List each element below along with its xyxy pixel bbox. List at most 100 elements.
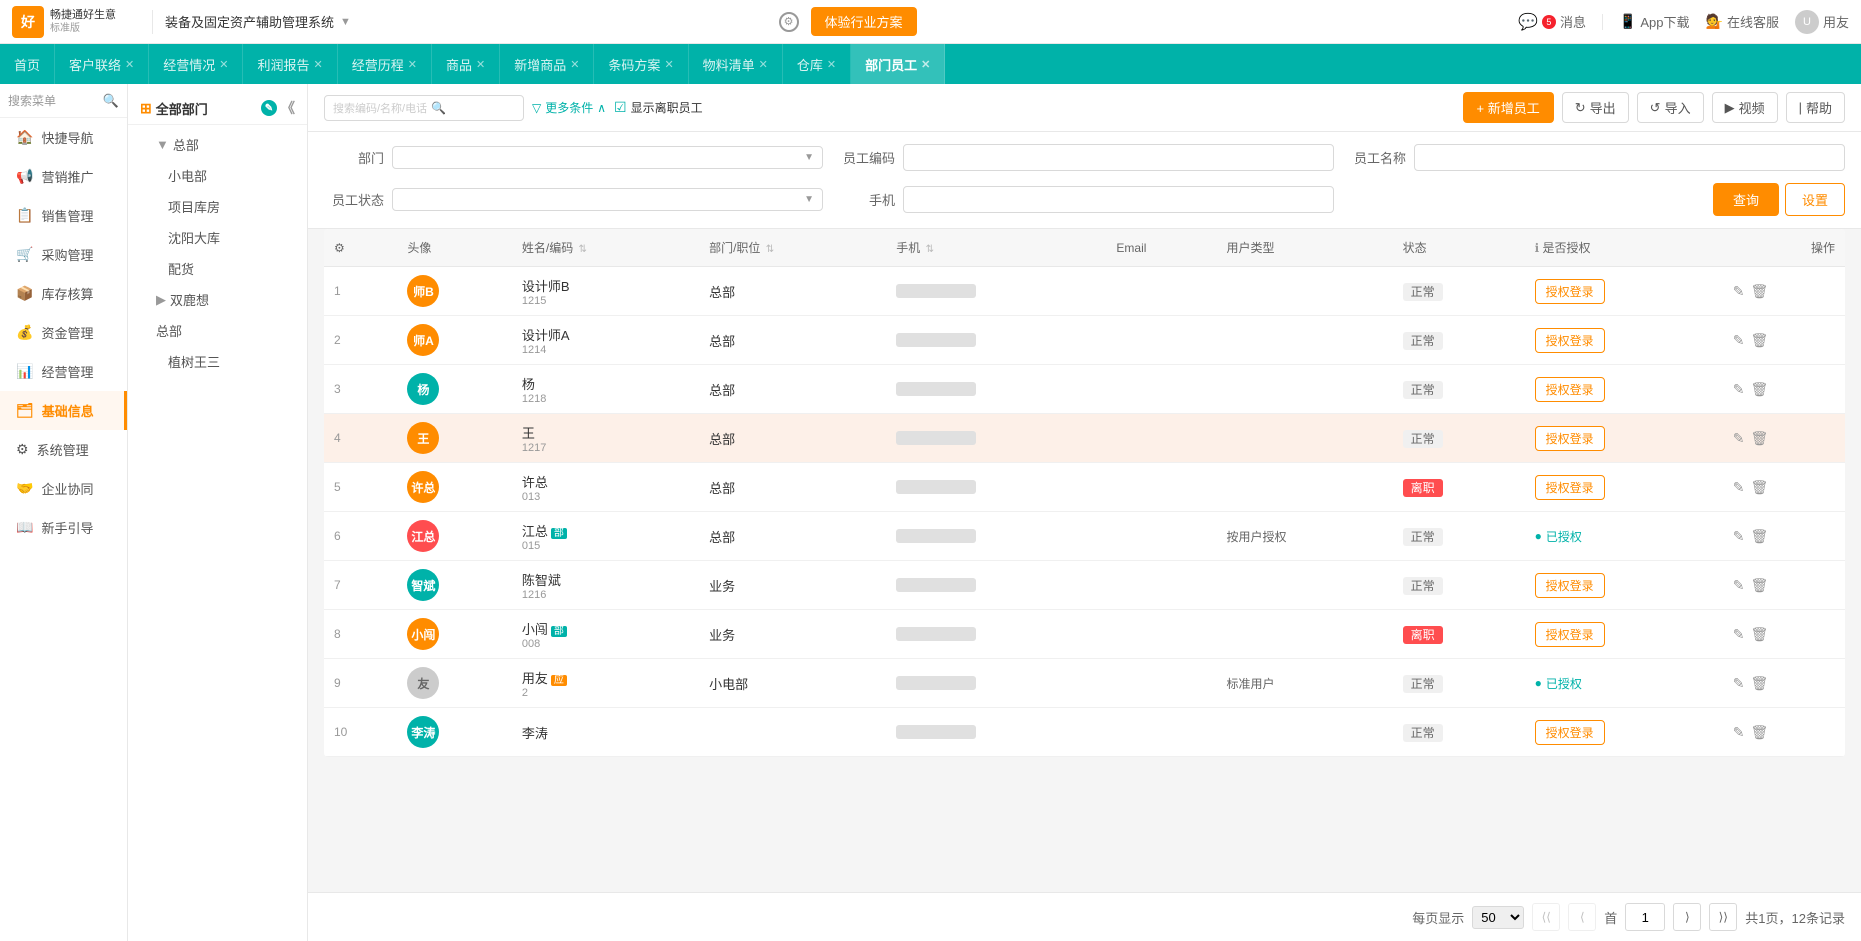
tab-profit[interactable]: 利润报告✕ (243, 44, 337, 84)
edit-icon[interactable]: ✎ (1733, 381, 1745, 398)
emp-code-input[interactable] (903, 144, 1334, 171)
sidebar-item-basic[interactable]: 🗂 基础信息 (0, 391, 127, 430)
per-page-select[interactable]: 50 100 (1472, 906, 1524, 929)
phone-input[interactable] (903, 186, 1334, 213)
cell-index: 7 (324, 561, 397, 610)
edit-icon[interactable]: ✎ (1733, 675, 1745, 692)
emp-name-input[interactable] (1414, 144, 1845, 171)
col-settings[interactable]: ⚙ (324, 229, 397, 267)
dept-tree-panel: ⊞ 全部部门 ✎ 《 ▼ 总部 小电部 项目库房 沈阳大库 配货 ▶ (128, 84, 308, 941)
delete-icon[interactable]: 🗑 (1751, 675, 1769, 692)
page-number-input[interactable] (1625, 903, 1665, 931)
dept-collapse-icon[interactable]: 《 (281, 98, 295, 118)
sidebar-item-marketing[interactable]: 📢 营销推广 (0, 157, 127, 196)
auth-button[interactable]: 授权登录 (1535, 720, 1605, 745)
col-phone[interactable]: 手机 ⇅ (886, 229, 1106, 267)
sidebar-item-sales[interactable]: 📋 销售管理 (0, 196, 127, 235)
dept-item-shenyang[interactable]: 沈阳大库 (128, 222, 307, 253)
dept-select[interactable]: ▼ (392, 146, 823, 169)
view-button[interactable]: ▶ 视频 (1712, 92, 1778, 123)
edit-icon[interactable]: ✎ (1733, 332, 1745, 349)
tab-home[interactable]: 首页 (0, 44, 55, 84)
sidebar-item-guide[interactable]: 📖 新手引导 (0, 508, 127, 547)
dept-item-general[interactable]: ▼ 总部 (128, 129, 307, 160)
edit-icon[interactable]: ✎ (1733, 479, 1745, 496)
sidebar-search-area[interactable]: 搜索菜单 🔍 (0, 84, 127, 118)
export-button[interactable]: ↻ 导出 (1562, 92, 1629, 123)
tab-bom[interactable]: 物料清单✕ (689, 44, 783, 84)
delete-icon[interactable]: 🗑 (1751, 626, 1769, 643)
next-page-button[interactable]: ⟩ (1673, 903, 1701, 931)
user-menu-button[interactable]: U 用友 (1795, 10, 1849, 34)
auth-button[interactable]: 授权登录 (1535, 622, 1605, 647)
sidebar-item-purchase[interactable]: 🛒 采购管理 (0, 235, 127, 274)
settings-icon[interactable]: ⚙ (779, 12, 799, 32)
tab-goods[interactable]: 商品✕ (432, 44, 500, 84)
import-button[interactable]: ↺ 导入 (1637, 92, 1704, 123)
tab-customer[interactable]: 客户联络✕ (55, 44, 149, 84)
delete-icon[interactable]: 🗑 (1751, 283, 1769, 300)
online-service-button[interactable]: 💁 在线客服 (1706, 12, 1779, 31)
delete-icon[interactable]: 🗑 (1751, 381, 1769, 398)
query-button[interactable]: 查询 (1713, 183, 1779, 216)
delete-icon[interactable]: 🗑 (1751, 577, 1769, 594)
add-employee-button[interactable]: + 新增员工 (1463, 92, 1554, 123)
dept-item-zhishu[interactable]: 植树王三 (128, 346, 307, 377)
auth-button[interactable]: 授权登录 (1535, 475, 1605, 500)
col-name[interactable]: 姓名/编码 ⇅ (512, 229, 699, 267)
delete-icon[interactable]: 🗑 (1751, 479, 1769, 496)
edit-icon[interactable]: ✎ (1733, 724, 1745, 741)
edit-icon[interactable]: ✎ (1733, 430, 1745, 447)
status-select[interactable]: ▼ (392, 188, 823, 211)
auth-button[interactable]: 授权登录 (1535, 328, 1605, 353)
sidebar-item-finance[interactable]: 💰 资金管理 (0, 313, 127, 352)
show-resigned-checkbox[interactable]: ☑ 显示离职员工 (614, 99, 703, 116)
help-button[interactable]: | 帮助 (1786, 92, 1845, 123)
dept-item-shuanglu[interactable]: ▶ 双鹿想 (128, 284, 307, 315)
tab-new-goods[interactable]: 新增商品✕ (500, 44, 594, 84)
delete-icon[interactable]: 🗑 (1751, 430, 1769, 447)
auth-button[interactable]: 授权登录 (1535, 426, 1605, 451)
message-button[interactable]: 💬 5 消息 (1518, 12, 1586, 32)
cell-user-type (1216, 561, 1392, 610)
dept-edit-icon[interactable]: ✎ (261, 100, 277, 116)
sidebar-item-operations[interactable]: 📊 经营管理 (0, 352, 127, 391)
tab-operations[interactable]: 经营情况✕ (149, 44, 243, 84)
dropdown-icon[interactable]: ▼ (340, 16, 351, 28)
dept-item-delivery[interactable]: 配货 (128, 253, 307, 284)
prev-page-button[interactable]: ⟨ (1568, 903, 1596, 931)
avatar: 许总 (407, 471, 439, 503)
search-input-area[interactable]: 搜索编码/名称/电话 🔍 (324, 95, 524, 121)
auth-button[interactable]: 授权登录 (1535, 279, 1605, 304)
reset-button[interactable]: 设置 (1785, 183, 1845, 216)
first-page-button[interactable]: ⟨⟨ (1532, 903, 1560, 931)
sidebar-item-quick-nav[interactable]: 🏠 快捷导航 (0, 118, 127, 157)
sidebar-item-collab[interactable]: 🤝 企业协同 (0, 469, 127, 508)
delete-icon[interactable]: 🗑 (1751, 528, 1769, 545)
tab-barcode[interactable]: 条码方案✕ (594, 44, 688, 84)
edit-icon[interactable]: ✎ (1733, 577, 1745, 594)
cell-name: 陈智斌 1216 (512, 561, 699, 610)
auth-button[interactable]: 授权登录 (1535, 377, 1605, 402)
edit-icon[interactable]: ✎ (1733, 283, 1745, 300)
tab-warehouse[interactable]: 仓库✕ (783, 44, 851, 84)
last-page-button[interactable]: ⟩⟩ (1709, 903, 1737, 931)
auth-button[interactable]: 授权登录 (1535, 573, 1605, 598)
edit-icon[interactable]: ✎ (1733, 626, 1745, 643)
guide-icon: 📖 (16, 519, 33, 536)
delete-icon[interactable]: 🗑 (1751, 724, 1769, 741)
delete-icon[interactable]: 🗑 (1751, 332, 1769, 349)
sidebar-item-system[interactable]: ⚙ 系统管理 (0, 430, 127, 469)
tab-dept-staff[interactable]: 部门员工✕ (851, 44, 945, 84)
trial-button[interactable]: 体验行业方案 (811, 7, 917, 36)
more-filter-button[interactable]: ▽ 更多条件 ∧ (532, 99, 606, 116)
col-dept[interactable]: 部门/职位 ⇅ (699, 229, 886, 267)
dept-all[interactable]: ⊞ 全部部门 ✎ 《 (128, 92, 307, 125)
tab-history[interactable]: 经营历程✕ (338, 44, 432, 84)
dept-item-zhongbu[interactable]: 总部 (128, 315, 307, 346)
edit-icon[interactable]: ✎ (1733, 528, 1745, 545)
dept-item-xiaodian[interactable]: 小电部 (128, 160, 307, 191)
dept-item-project[interactable]: 项目库房 (128, 191, 307, 222)
sidebar-item-inventory[interactable]: 📦 库存核算 (0, 274, 127, 313)
app-download-button[interactable]: 📱 App下载 (1619, 12, 1690, 31)
